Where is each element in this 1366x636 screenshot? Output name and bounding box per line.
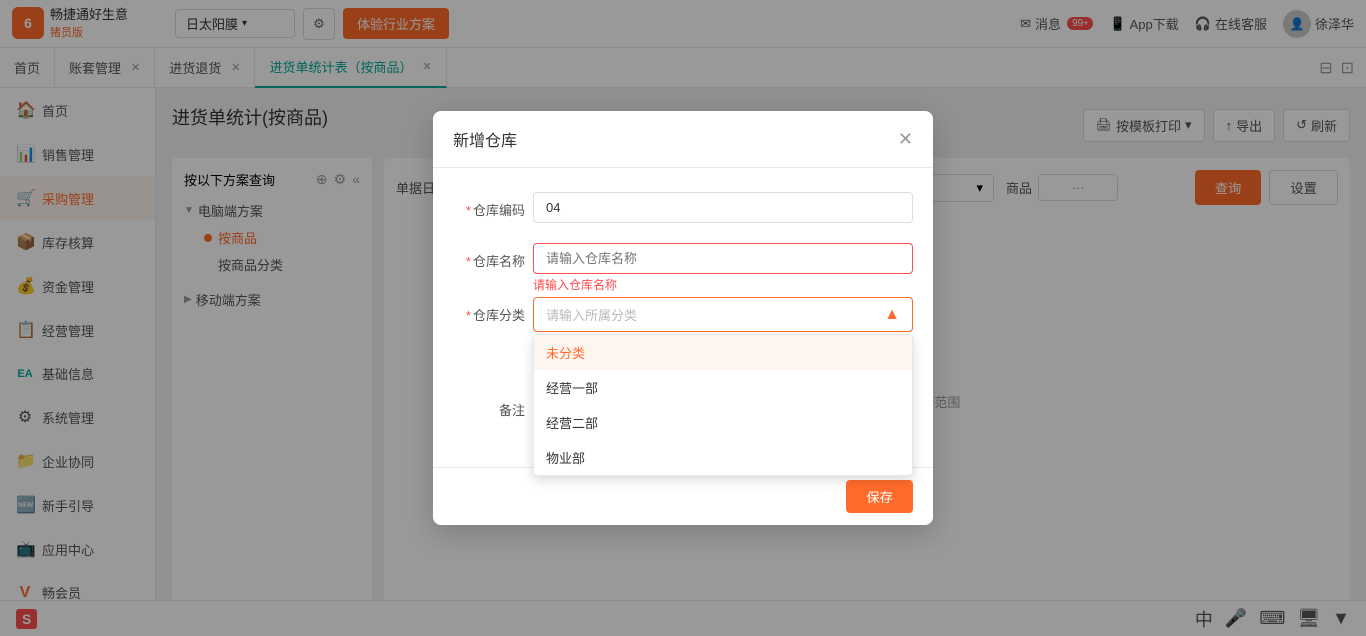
category-dropdown-list: 未分类 经营一部 经营二部 物业部 [533,334,913,476]
warehouse-category-dropdown[interactable]: 请输入所属分类 ▲ [533,297,913,332]
dropdown-item-dept2[interactable]: 经营二部 [534,405,912,440]
dropdown-item-dept3[interactable]: 物业部 [534,440,912,475]
warehouse-code-input-wrap [533,192,913,223]
warehouse-code-row: 仓库编码 [453,192,913,223]
add-warehouse-dialog: 新增仓库 ✕ 仓库编码 仓库名称 请输入仓库名称 仓库分类 [433,111,933,525]
close-icon[interactable]: ✕ [898,129,913,150]
warehouse-code-input[interactable] [533,192,913,223]
warehouse-notes-label: 备注 [453,392,533,419]
dialog-title: 新增仓库 [453,127,517,151]
dropdown-item-uncategorized[interactable]: 未分类 [534,335,912,370]
dropdown-toggle-icon: ▲ [884,306,900,324]
dropdown-item-dept1[interactable]: 经营一部 [534,370,912,405]
warehouse-category-label: 仓库分类 [453,297,533,324]
dialog-header: 新增仓库 ✕ [433,111,933,168]
warehouse-category-input-wrap: 请输入所属分类 ▲ 未分类 经营一部 经营二部 物业部 [533,297,913,332]
warehouse-name-row: 仓库名称 请输入仓库名称 [453,243,913,293]
warehouse-code-label: 仓库编码 [453,192,533,219]
modal-overlay: 新增仓库 ✕ 仓库编码 仓库名称 请输入仓库名称 仓库分类 [0,0,1366,636]
dialog-body: 仓库编码 仓库名称 请输入仓库名称 仓库分类 请输入所属分类 [433,168,933,467]
warehouse-name-input[interactable] [533,243,913,274]
save-button[interactable]: 保存 [846,480,913,513]
warehouse-name-label: 仓库名称 [453,243,533,270]
name-error-message: 请输入仓库名称 [533,276,913,293]
warehouse-category-row: 仓库分类 请输入所属分类 ▲ 未分类 经营一部 经营二部 物业部 [453,297,913,332]
warehouse-name-input-wrap: 请输入仓库名称 [533,243,913,293]
